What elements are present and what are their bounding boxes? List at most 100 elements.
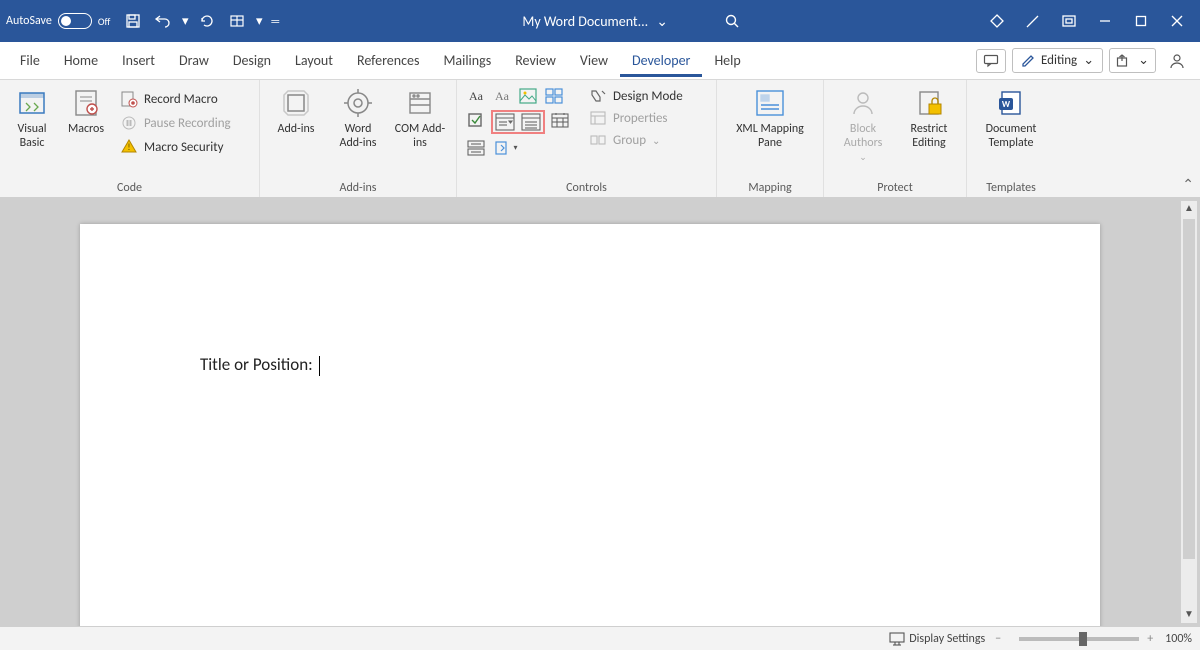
redo-icon[interactable] [194,8,220,34]
combobox-control-icon[interactable] [494,112,516,132]
richtext-control-icon[interactable]: Aa [465,86,487,106]
restrict-editing-label: Restrict Editing [902,122,956,150]
svg-text:W: W [1002,99,1011,110]
record-macro-button[interactable]: Record Macro [116,88,235,110]
plaintext-control-icon[interactable]: Aa [491,86,513,106]
chevron-down-icon: ⌄ [1083,53,1094,68]
minimize-button[interactable] [1088,8,1122,34]
macro-security-label: Macro Security [144,140,223,155]
pause-recording-button: Pause Recording [116,112,235,134]
legacy-tools-icon[interactable]: ▾ [491,138,521,158]
tab-view[interactable]: View [568,44,620,77]
macros-button[interactable]: Macros [62,84,110,138]
search-icon[interactable] [724,13,740,29]
xml-mapping-button[interactable]: XML Mapping Pane [725,84,815,152]
chevron-down-icon: ⌄ [652,134,660,147]
svg-text:!: ! [128,142,131,153]
scroll-down-icon[interactable]: ▼ [1181,607,1197,623]
com-addins-button[interactable]: COM Add-ins [392,84,448,152]
titlebar: AutoSave Off ▾ ▾ ═ My Word Document... ⌄ [0,0,1200,42]
record-macro-label: Record Macro [144,92,218,107]
window-controls [980,8,1194,34]
pause-recording-label: Pause Recording [144,116,231,131]
dropdown-control-icon[interactable] [520,112,542,132]
group-code-label: Code [8,179,251,195]
group-addins-label: Add-ins [268,179,448,195]
save-icon[interactable] [120,8,146,34]
workspace: Title or Position: ▲ ▼ [0,198,1200,626]
close-button[interactable] [1160,8,1194,34]
macro-security-button[interactable]: ! Macro Security [116,136,235,158]
zoom-percent[interactable]: 100% [1165,632,1192,646]
document-page[interactable]: Title or Position: [80,224,1100,626]
document-template-icon: W [994,86,1028,120]
zoom-knob[interactable] [1079,632,1087,646]
word-addins-label: Word Add-ins [332,122,384,150]
diamond-icon[interactable] [980,8,1014,34]
group-control-label: Group [613,133,646,148]
zoom-out-button[interactable]: − [995,632,1001,646]
buildingblock-control-icon[interactable] [543,86,565,106]
repeating-control-icon[interactable] [465,138,487,158]
block-authors-label: Block Authors [834,122,892,150]
document-body[interactable]: Title or Position: [80,224,1100,506]
zoom-in-button[interactable]: + [1147,632,1153,646]
qat-dropdown-icon[interactable]: ▾ [254,8,264,34]
word-addins-icon [341,86,375,120]
tab-mailings[interactable]: Mailings [431,44,503,77]
document-template-label: Document Template [977,122,1045,150]
document-title[interactable]: My Word Document... [522,13,648,30]
autosave-control[interactable]: AutoSave Off [6,13,110,29]
group-templates-label: Templates [975,179,1047,195]
macros-icon [69,86,103,120]
comments-button[interactable] [976,49,1006,73]
block-authors-icon [846,86,880,120]
tab-design[interactable]: Design [221,44,283,77]
tab-developer[interactable]: Developer [620,44,702,77]
tab-help[interactable]: Help [702,44,752,77]
visual-basic-button[interactable]: Visual Basic [8,84,56,152]
xml-mapping-label: XML Mapping Pane [727,122,813,150]
document-template-button[interactable]: W Document Template [975,84,1047,152]
tab-insert[interactable]: Insert [110,44,167,77]
datepicker-control-icon[interactable] [549,110,571,130]
group-templates: W Document Template Templates [967,80,1055,197]
ribbon-collapse-icon[interactable]: ⌃ [1182,176,1194,193]
brush-icon[interactable] [1016,8,1050,34]
share-button[interactable]: ⌄ [1109,48,1156,73]
scroll-thumb[interactable] [1183,219,1195,559]
undo-dropdown-icon[interactable]: ▾ [180,8,190,34]
word-addins-button[interactable]: Word Add-ins [330,84,386,152]
window-presentation-icon[interactable] [1052,8,1086,34]
picture-control-icon[interactable] [517,86,539,106]
maximize-button[interactable] [1124,8,1158,34]
qat-customize-icon[interactable]: ═ [268,8,282,34]
title-dropdown-icon[interactable]: ⌄ [656,13,668,30]
undo-icon[interactable] [150,8,176,34]
group-controls: Aa Aa ▾ [457,80,717,197]
zoom-slider[interactable] [1019,637,1139,641]
addins-icon [279,86,313,120]
tab-references[interactable]: References [345,44,431,77]
ribbon: Visual Basic Macros Record Macro Pause R… [0,80,1200,198]
tab-home[interactable]: Home [52,44,110,77]
tab-file[interactable]: File [8,44,52,77]
addins-button[interactable]: Add-ins [268,84,324,138]
tab-review[interactable]: Review [503,44,568,77]
table-icon[interactable] [224,8,250,34]
design-mode-button[interactable]: Design Mode [585,86,687,106]
tab-layout[interactable]: Layout [283,44,345,77]
document-title-area: My Word Document... ⌄ [282,13,980,30]
account-icon[interactable] [1162,48,1192,74]
restrict-editing-button[interactable]: Restrict Editing [900,84,958,152]
checkbox-control-icon[interactable] [465,110,487,130]
editing-mode-button[interactable]: Editing ⌄ [1012,48,1103,73]
group-button: Group ⌄ [585,130,687,150]
vertical-scrollbar[interactable]: ▲ ▼ [1180,200,1198,624]
autosave-toggle[interactable] [58,13,92,29]
restrict-editing-icon [912,86,946,120]
display-settings-button[interactable]: Display Settings [889,632,985,646]
ribbon-tabs: File Home Insert Draw Design Layout Refe… [0,42,1200,80]
scroll-up-icon[interactable]: ▲ [1181,201,1197,217]
tab-draw[interactable]: Draw [167,44,221,77]
